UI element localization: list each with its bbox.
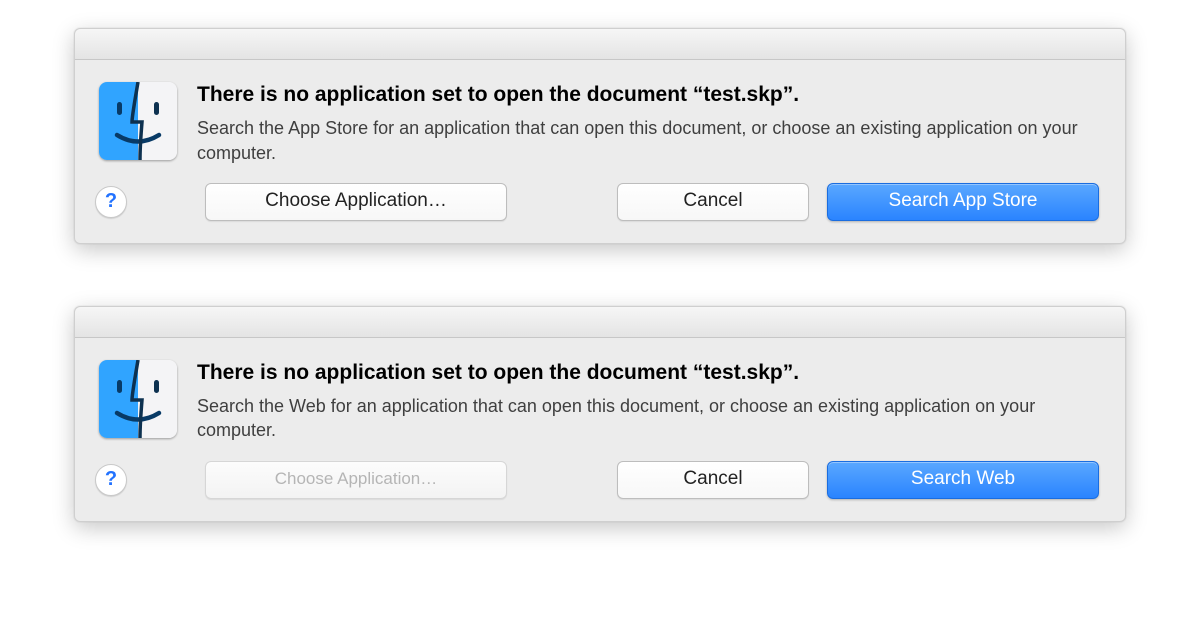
alert-heading: There is no application set to open the … (197, 82, 1099, 108)
finder-icon (99, 360, 177, 438)
choose-application-button: Choose Application… (205, 461, 507, 499)
alert-heading: There is no application set to open the … (197, 360, 1099, 386)
search-web-button[interactable]: Search Web (827, 461, 1099, 499)
choose-application-button[interactable]: Choose Application… (205, 183, 507, 221)
help-button[interactable]: ? (95, 464, 127, 496)
cancel-button[interactable]: Cancel (617, 183, 809, 221)
alert-message: Search the Web for an application that c… (197, 394, 1099, 443)
dialog-titlebar (75, 307, 1125, 338)
search-app-store-button[interactable]: Search App Store (827, 183, 1099, 221)
alert-message: Search the App Store for an application … (197, 116, 1099, 165)
finder-icon (99, 82, 177, 160)
alert-dialog: There is no application set to open the … (74, 306, 1126, 522)
help-button[interactable]: ? (95, 186, 127, 218)
dialog-titlebar (75, 29, 1125, 60)
cancel-button[interactable]: Cancel (617, 461, 809, 499)
alert-dialog: There is no application set to open the … (74, 28, 1126, 244)
